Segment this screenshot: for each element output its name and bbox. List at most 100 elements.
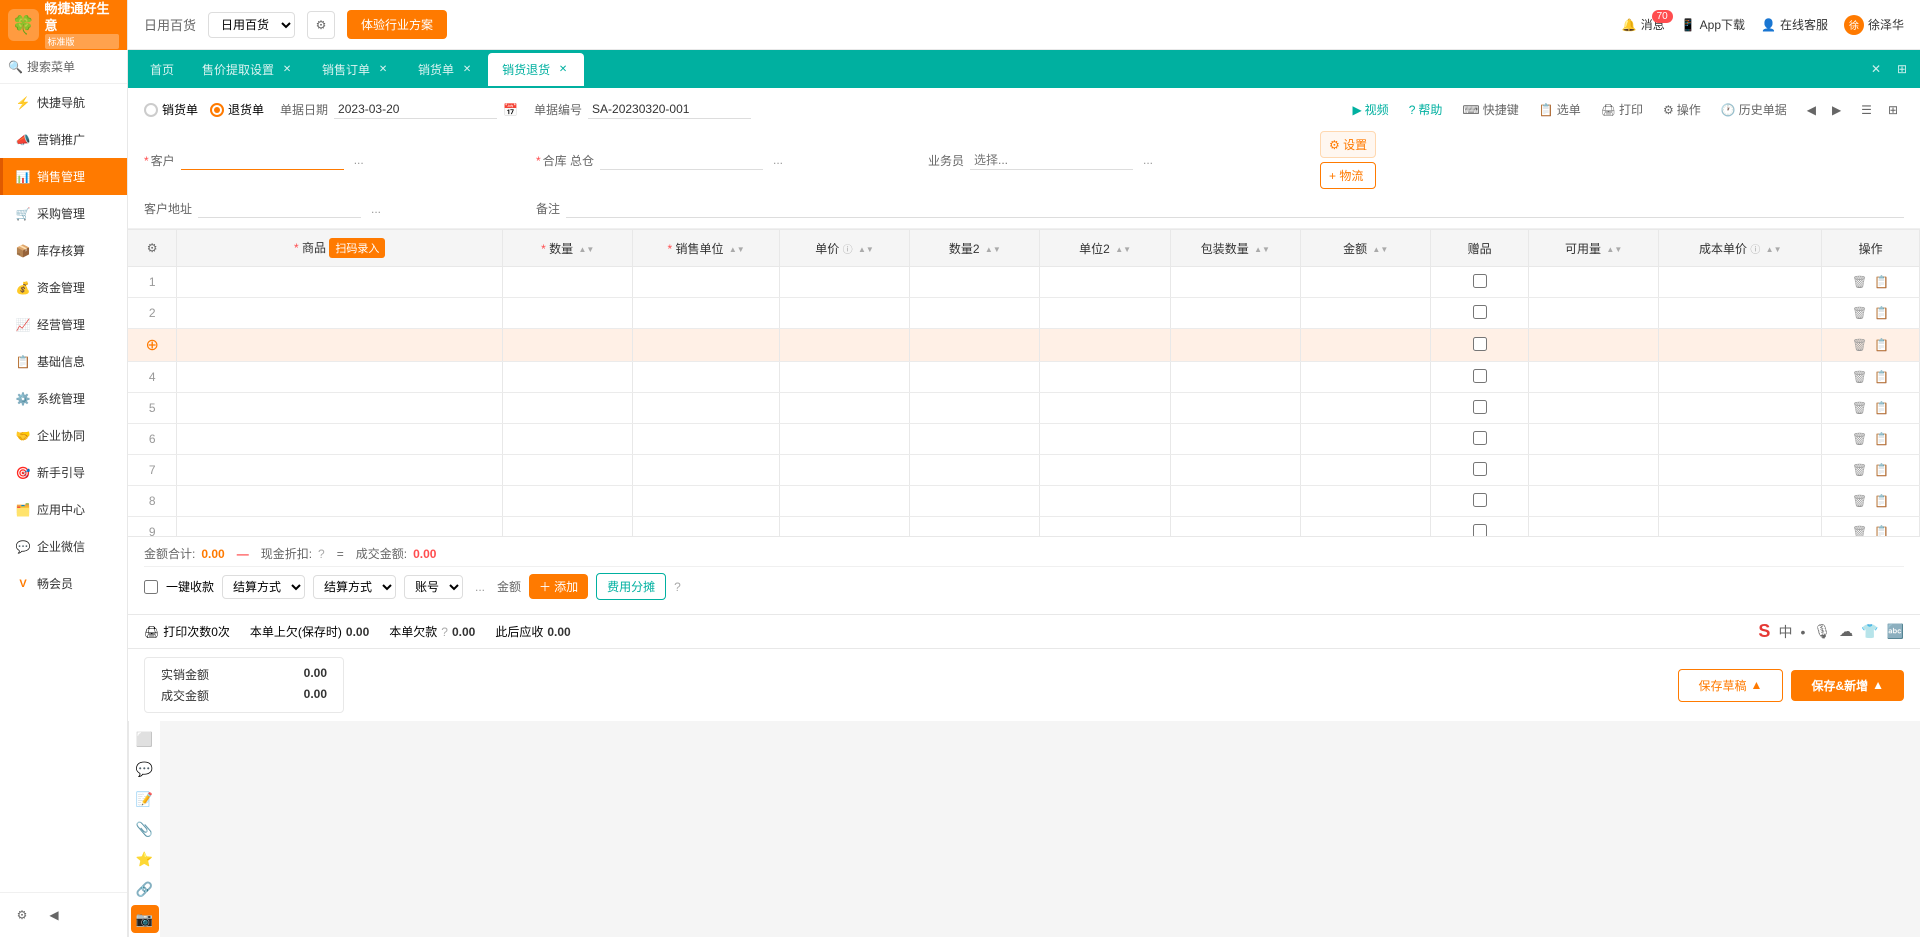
amount-cell[interactable] (1301, 329, 1431, 362)
amount-cell[interactable] (1301, 424, 1431, 455)
sidebar-item-vip[interactable]: V 畅会员 (0, 565, 127, 602)
unit-cell[interactable] (633, 267, 780, 298)
discount-help-icon[interactable]: ? (318, 547, 325, 561)
amount-cell[interactable] (1301, 517, 1431, 537)
price-cell[interactable] (779, 517, 909, 537)
price-cell[interactable] (779, 362, 909, 393)
quantity2-cell[interactable] (910, 486, 1040, 517)
user-profile[interactable]: 徐 徐泽华 (1844, 15, 1904, 35)
rsb-attachment[interactable]: 📎 (131, 815, 159, 843)
gift-checkbox[interactable] (1473, 369, 1487, 383)
th-settings[interactable]: ⚙ (128, 230, 177, 267)
copy-row-btn[interactable]: 📋 (1873, 336, 1891, 354)
history-btn[interactable]: 🕐 历史单据 (1715, 98, 1793, 121)
cost-price-cell[interactable] (1659, 486, 1822, 517)
amount-cell[interactable] (1301, 455, 1431, 486)
tab-close-icon[interactable]: ✕ (460, 62, 474, 76)
rsb-scan[interactable]: 📷 (131, 905, 159, 933)
settings-bottom-btn[interactable]: ⚙ (8, 901, 36, 929)
package-qty-cell[interactable] (1170, 393, 1300, 424)
tab-sale-price[interactable]: 售价提取设置 ✕ (188, 53, 308, 86)
copy-row-btn[interactable]: 📋 (1873, 304, 1891, 322)
quantity2-cell[interactable] (910, 267, 1040, 298)
rsb-share[interactable]: 🔗 (131, 875, 159, 903)
gift-checkbox[interactable] (1473, 462, 1487, 476)
radio-return[interactable]: 退货单 (210, 101, 264, 118)
customer-input[interactable] (181, 151, 344, 170)
doc-num-input[interactable] (588, 100, 751, 119)
print-btn[interactable]: 🖨 打印 (1595, 98, 1649, 121)
rsb-star[interactable]: ⭐ (131, 845, 159, 873)
unit2-cell[interactable] (1040, 424, 1170, 455)
sidebar-item-operation[interactable]: 📈 经营管理 (0, 306, 127, 343)
unit-cell[interactable] (633, 424, 780, 455)
price-cell[interactable] (779, 424, 909, 455)
save-new-btn[interactable]: 保存&新增 ▲ (1791, 670, 1904, 701)
price-info-icon[interactable]: ⓘ (843, 245, 853, 256)
unit-cell[interactable] (633, 517, 780, 537)
next-btn[interactable]: ▶ (1826, 100, 1847, 120)
available-cell[interactable] (1529, 267, 1659, 298)
unit2-cell[interactable] (1040, 362, 1170, 393)
tab-sale-out[interactable]: 销货单 ✕ (404, 53, 488, 86)
cost-price-cell[interactable] (1659, 517, 1822, 537)
unit-cell[interactable] (633, 362, 780, 393)
experience-btn[interactable]: 体验行业方案 (347, 10, 447, 39)
quantity-sort[interactable]: ▲▼ (578, 245, 594, 254)
radio-sale[interactable]: 销货单 (144, 101, 198, 118)
unit-cell[interactable] (633, 329, 780, 362)
message-btn[interactable]: 🔔 消息 70 (1622, 16, 1665, 33)
save-draft-btn[interactable]: 保存草稿 ▲ (1678, 669, 1784, 702)
sidebar-item-apps[interactable]: 🗂️ 应用中心 (0, 491, 127, 528)
available-cell[interactable] (1529, 362, 1659, 393)
gift-checkbox[interactable] (1473, 524, 1487, 537)
account-ellipsis[interactable]: ... (471, 580, 489, 594)
amount-cell[interactable] (1301, 267, 1431, 298)
price-sort[interactable]: ▲▼ (858, 245, 874, 254)
price-cell[interactable] (779, 298, 909, 329)
sidebar-item-finance[interactable]: 💰 资金管理 (0, 269, 127, 306)
help-btn[interactable]: ? 帮助 (1403, 98, 1449, 121)
fee-help-icon[interactable]: ? (674, 580, 681, 594)
amount-cell[interactable] (1301, 362, 1431, 393)
product-cell[interactable] (177, 424, 503, 455)
select-btn[interactable]: 📋 选单 (1533, 98, 1587, 121)
account-select[interactable]: 账号 (404, 575, 463, 599)
quantity-cell[interactable] (503, 298, 633, 329)
sidebar-item-guide[interactable]: 🎯 新手引导 (0, 454, 127, 491)
package-qty-cell[interactable] (1170, 329, 1300, 362)
sidebar-item-inventory[interactable]: 📦 库存核算 (0, 232, 127, 269)
delete-row-btn[interactable]: 🗑 (1851, 430, 1869, 448)
quantity-cell[interactable] (503, 329, 633, 362)
copy-row-btn[interactable]: 📋 (1873, 461, 1891, 479)
curr-debt-help[interactable]: ? (441, 625, 448, 639)
available-cell[interactable] (1529, 455, 1659, 486)
available-cell[interactable] (1529, 393, 1659, 424)
warehouse-input[interactable] (600, 151, 763, 170)
gift-checkbox[interactable] (1473, 274, 1487, 288)
app-download-btn[interactable]: 📱 App下载 (1681, 16, 1745, 33)
sidebar-item-system[interactable]: ⚙️ 系统管理 (0, 380, 127, 417)
unit2-cell[interactable] (1040, 298, 1170, 329)
quantity-cell[interactable] (503, 393, 633, 424)
date-input[interactable] (334, 100, 497, 119)
delete-row-btn[interactable]: 🗑 (1851, 492, 1869, 510)
cost-price-cell[interactable] (1659, 298, 1822, 329)
gift-checkbox[interactable] (1473, 305, 1487, 319)
copy-row-btn[interactable]: 📋 (1873, 273, 1891, 291)
online-service-btn[interactable]: 👤 在线客服 (1761, 16, 1828, 33)
tab-sale-order[interactable]: 销售订单 ✕ (308, 53, 404, 86)
sidebar-item-purchase[interactable]: 🛒 采购管理 (0, 195, 127, 232)
gift-checkbox[interactable] (1473, 400, 1487, 414)
price-cell[interactable] (779, 455, 909, 486)
quantity2-cell[interactable] (910, 329, 1040, 362)
amount-cell[interactable] (1301, 486, 1431, 517)
unit2-cell[interactable] (1040, 393, 1170, 424)
package-qty-cell[interactable] (1170, 455, 1300, 486)
list-view-btn[interactable]: ☰ (1855, 100, 1878, 120)
unit2-cell[interactable] (1040, 267, 1170, 298)
delete-row-btn[interactable]: 🗑 (1851, 273, 1869, 291)
product-cell[interactable] (177, 298, 503, 329)
warehouse-ellipsis[interactable]: ... (769, 153, 787, 167)
pkg-sort[interactable]: ▲▼ (1254, 245, 1270, 254)
